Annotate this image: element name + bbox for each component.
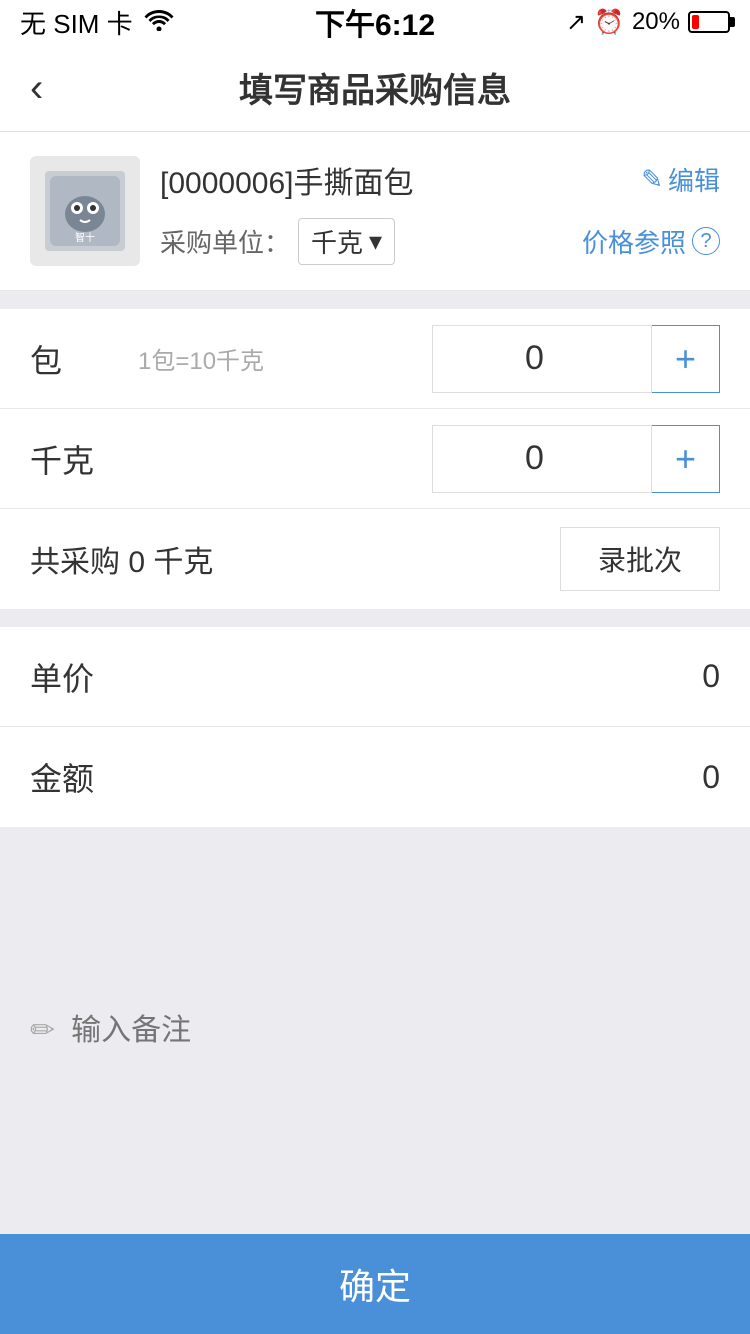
record-batch-button[interactable]: 录批次 <box>560 527 720 591</box>
battery-percent: 20% <box>632 8 680 36</box>
remarks-input[interactable] <box>71 1014 720 1048</box>
wifi-signal-icon <box>143 7 175 38</box>
divider-2 <box>0 609 750 627</box>
unit-price-label: 单价 <box>30 654 94 700</box>
bao-input-row: 包 1包=10千克 + <box>0 309 750 409</box>
location-icon: ↗ <box>566 8 586 37</box>
nav-bar: ‹ 填写商品采购信息 <box>0 44 750 132</box>
dropdown-icon: ▾ <box>369 226 382 257</box>
edit-button[interactable]: ✎ 编辑 <box>641 161 720 198</box>
svg-text:智十: 智十 <box>75 231 95 244</box>
bao-label: 包 <box>30 336 130 382</box>
kg-quantity-input[interactable] <box>432 425 652 493</box>
amount-row: 金额 0 <box>0 727 750 827</box>
kg-stepper: + <box>432 425 720 493</box>
product-logo: 智十 <box>45 171 125 251</box>
kg-plus-button[interactable]: + <box>652 425 720 493</box>
bao-sublabel: 1包=10千克 <box>138 341 264 376</box>
unit-prefix-label: 采购单位： <box>160 223 290 260</box>
unit-value: 千克 <box>311 223 363 260</box>
price-reference-button[interactable]: 价格参照 ? <box>582 223 720 260</box>
bao-quantity-input[interactable] <box>432 325 652 393</box>
back-button[interactable]: ‹ <box>30 68 43 108</box>
product-image: 智十 <box>30 156 140 266</box>
unit-select-dropdown[interactable]: 千克 ▾ <box>298 218 395 265</box>
total-purchase-text: 共采购 0 千克 <box>30 537 213 581</box>
status-bar: 无 SIM 卡 下午6:12 ↗ ⏰ 20% <box>0 0 750 44</box>
alarm-icon: ⏰ <box>594 8 624 37</box>
amount-label: 金额 <box>30 754 94 800</box>
page-title: 填写商品采购信息 <box>239 63 511 112</box>
unit-price-value: 0 <box>702 658 720 695</box>
edit-label: 编辑 <box>668 161 720 198</box>
amount-value: 0 <box>702 759 720 796</box>
battery-icon <box>688 11 730 33</box>
product-name: [0000006]手撕面包 <box>160 158 413 202</box>
product-info: [0000006]手撕面包 ✎ 编辑 采购单位： 千克 ▾ 价格参照 ? <box>160 158 720 265</box>
help-circle-icon: ? <box>692 227 720 255</box>
price-ref-label: 价格参照 <box>582 223 686 260</box>
confirm-button[interactable]: 确定 <box>0 1234 750 1334</box>
quantity-section: 包 1包=10千克 + 千克 + <box>0 309 750 509</box>
remarks-section: ✏ <box>0 827 750 1234</box>
kg-label: 千克 <box>30 436 130 482</box>
divider-1 <box>0 291 750 309</box>
product-card: 智十 [0000006]手撕面包 ✎ 编辑 采购单位： 千克 ▾ 价格参照 ? <box>0 132 750 291</box>
time-display: 下午6:12 <box>315 0 435 44</box>
summary-row: 共采购 0 千克 录批次 <box>0 509 750 609</box>
edit-icon: ✎ <box>641 164 663 195</box>
carrier-text: 无 SIM 卡 <box>20 4 133 41</box>
bao-stepper: + <box>432 325 720 393</box>
unit-price-row: 单价 0 <box>0 627 750 727</box>
status-right: ↗ ⏰ 20% <box>566 8 730 37</box>
pencil-icon: ✏ <box>30 1013 55 1048</box>
bao-plus-button[interactable]: + <box>652 325 720 393</box>
kg-input-row: 千克 + <box>0 409 750 509</box>
product-name-row: [0000006]手撕面包 ✎ 编辑 <box>160 158 720 202</box>
price-section: 单价 0 金额 0 <box>0 627 750 827</box>
unit-row: 采购单位： 千克 ▾ 价格参照 ? <box>160 218 720 265</box>
status-left: 无 SIM 卡 <box>20 4 175 41</box>
